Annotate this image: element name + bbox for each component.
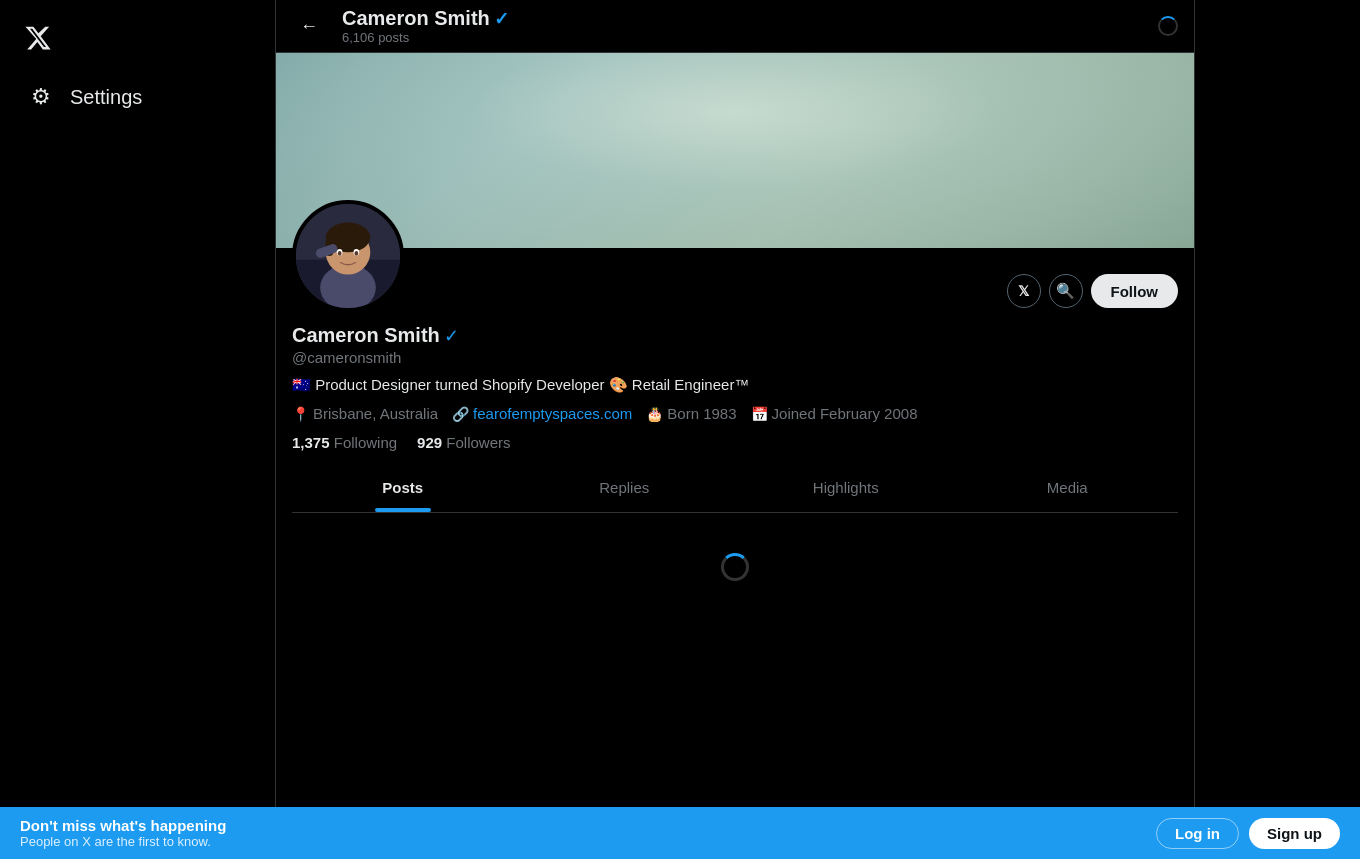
tab-highlights-label: Highlights xyxy=(813,479,879,496)
profile-location: 📍 Brisbane, Australia xyxy=(292,405,438,422)
nav-title-text: Cameron Smith xyxy=(342,7,490,30)
profile-name-row: Cameron Smith ✓ xyxy=(292,324,1178,347)
loading-area xyxy=(276,513,1194,621)
loading-spinner xyxy=(721,553,749,581)
tab-posts-label: Posts xyxy=(382,479,423,496)
location-icon: 📍 xyxy=(292,406,309,422)
link-icon: 🔗 xyxy=(452,406,469,422)
tab-highlights[interactable]: Highlights xyxy=(735,463,957,512)
tab-posts[interactable]: Posts xyxy=(292,463,514,512)
svg-point-10 xyxy=(355,251,359,256)
profile-handle: @cameronsmith xyxy=(292,349,1178,366)
tab-replies-label: Replies xyxy=(599,479,649,496)
nav-title: Cameron Smith ✓ xyxy=(342,7,509,30)
profile-joined: 📅 Joined February 2008 xyxy=(751,405,918,422)
x-logo-button[interactable] xyxy=(12,12,64,64)
followers-count: 929 xyxy=(417,434,442,451)
bottom-bar-subtitle: People on X are the first to know. xyxy=(20,834,1156,849)
sidebar: ⚙ Settings xyxy=(0,0,275,859)
following-label: Following xyxy=(334,434,397,451)
login-button[interactable]: Log in xyxy=(1156,818,1239,849)
search-icon: 🔍 xyxy=(1056,282,1075,300)
profile-verified-badge: ✓ xyxy=(444,325,459,347)
tab-media[interactable]: Media xyxy=(957,463,1179,512)
location-text: Brisbane, Australia xyxy=(313,405,438,422)
search-profile-button[interactable]: 🔍 xyxy=(1049,274,1083,308)
main-content: ← Cameron Smith ✓ 6,106 posts xyxy=(275,0,1195,859)
follow-button[interactable]: Follow xyxy=(1091,274,1179,308)
avatar-svg xyxy=(296,204,400,308)
bottom-bar: Don't miss what's happening People on X … xyxy=(0,807,1360,859)
nav-verified-badge: ✓ xyxy=(494,8,509,30)
bottom-bar-text: Don't miss what's happening People on X … xyxy=(20,817,1156,849)
profile-website[interactable]: 🔗 fearofemptyspaces.com xyxy=(452,405,632,422)
top-nav: ← Cameron Smith ✓ 6,106 posts xyxy=(276,0,1194,53)
action-buttons: 𝕏 🔍 Follow xyxy=(1007,274,1179,312)
xl-icon-button[interactable]: 𝕏 xyxy=(1007,274,1041,308)
x-logo-icon xyxy=(24,24,52,52)
xl-icon: 𝕏 xyxy=(1018,283,1029,299)
following-stat[interactable]: 1,375 Following xyxy=(292,434,397,451)
sidebar-item-settings[interactable]: ⚙ Settings xyxy=(12,72,263,122)
nav-title-block: Cameron Smith ✓ 6,106 posts xyxy=(342,7,509,45)
avatar-actions-row: 𝕏 🔍 Follow xyxy=(292,200,1178,312)
tab-media-label: Media xyxy=(1047,479,1088,496)
website-link[interactable]: fearofemptyspaces.com xyxy=(473,405,632,422)
profile-birthday: 🎂 Born 1983 xyxy=(646,405,736,422)
profile-bio: 🇦🇺 Product Designer turned Shopify Devel… xyxy=(292,374,1178,395)
joined-text: Joined February 2008 xyxy=(772,405,918,422)
settings-icon: ⚙ xyxy=(28,84,54,110)
profile-meta: 📍 Brisbane, Australia 🔗 fearofemptyspace… xyxy=(292,405,1178,422)
bottom-bar-actions: Log in Sign up xyxy=(1156,818,1340,849)
sidebar-item-settings-label: Settings xyxy=(70,86,142,109)
avatar xyxy=(292,200,404,312)
nav-subtitle: 6,106 posts xyxy=(342,30,509,45)
followers-label: Followers xyxy=(446,434,510,451)
right-panel xyxy=(1195,0,1360,859)
nav-right xyxy=(1158,16,1178,36)
signup-button[interactable]: Sign up xyxy=(1249,818,1340,849)
loading-spinner-top xyxy=(1158,16,1178,36)
stats-row: 1,375 Following 929 Followers xyxy=(292,434,1178,451)
profile-tabs: Posts Replies Highlights Media xyxy=(292,463,1178,513)
profile-section: 𝕏 🔍 Follow Cameron Smith ✓ @cameronsmith… xyxy=(276,248,1194,513)
profile-name: Cameron Smith xyxy=(292,324,440,347)
avatar-art xyxy=(296,204,400,308)
svg-point-9 xyxy=(338,251,342,256)
born-text: Born 1983 xyxy=(667,405,736,422)
birthday-icon: 🎂 xyxy=(646,406,663,422)
tab-replies[interactable]: Replies xyxy=(514,463,736,512)
following-count: 1,375 xyxy=(292,434,330,451)
calendar-icon: 📅 xyxy=(751,406,768,422)
back-icon: ← xyxy=(300,16,318,37)
back-button[interactable]: ← xyxy=(292,9,326,43)
followers-stat[interactable]: 929 Followers xyxy=(417,434,510,451)
bottom-bar-title: Don't miss what's happening xyxy=(20,817,1156,834)
